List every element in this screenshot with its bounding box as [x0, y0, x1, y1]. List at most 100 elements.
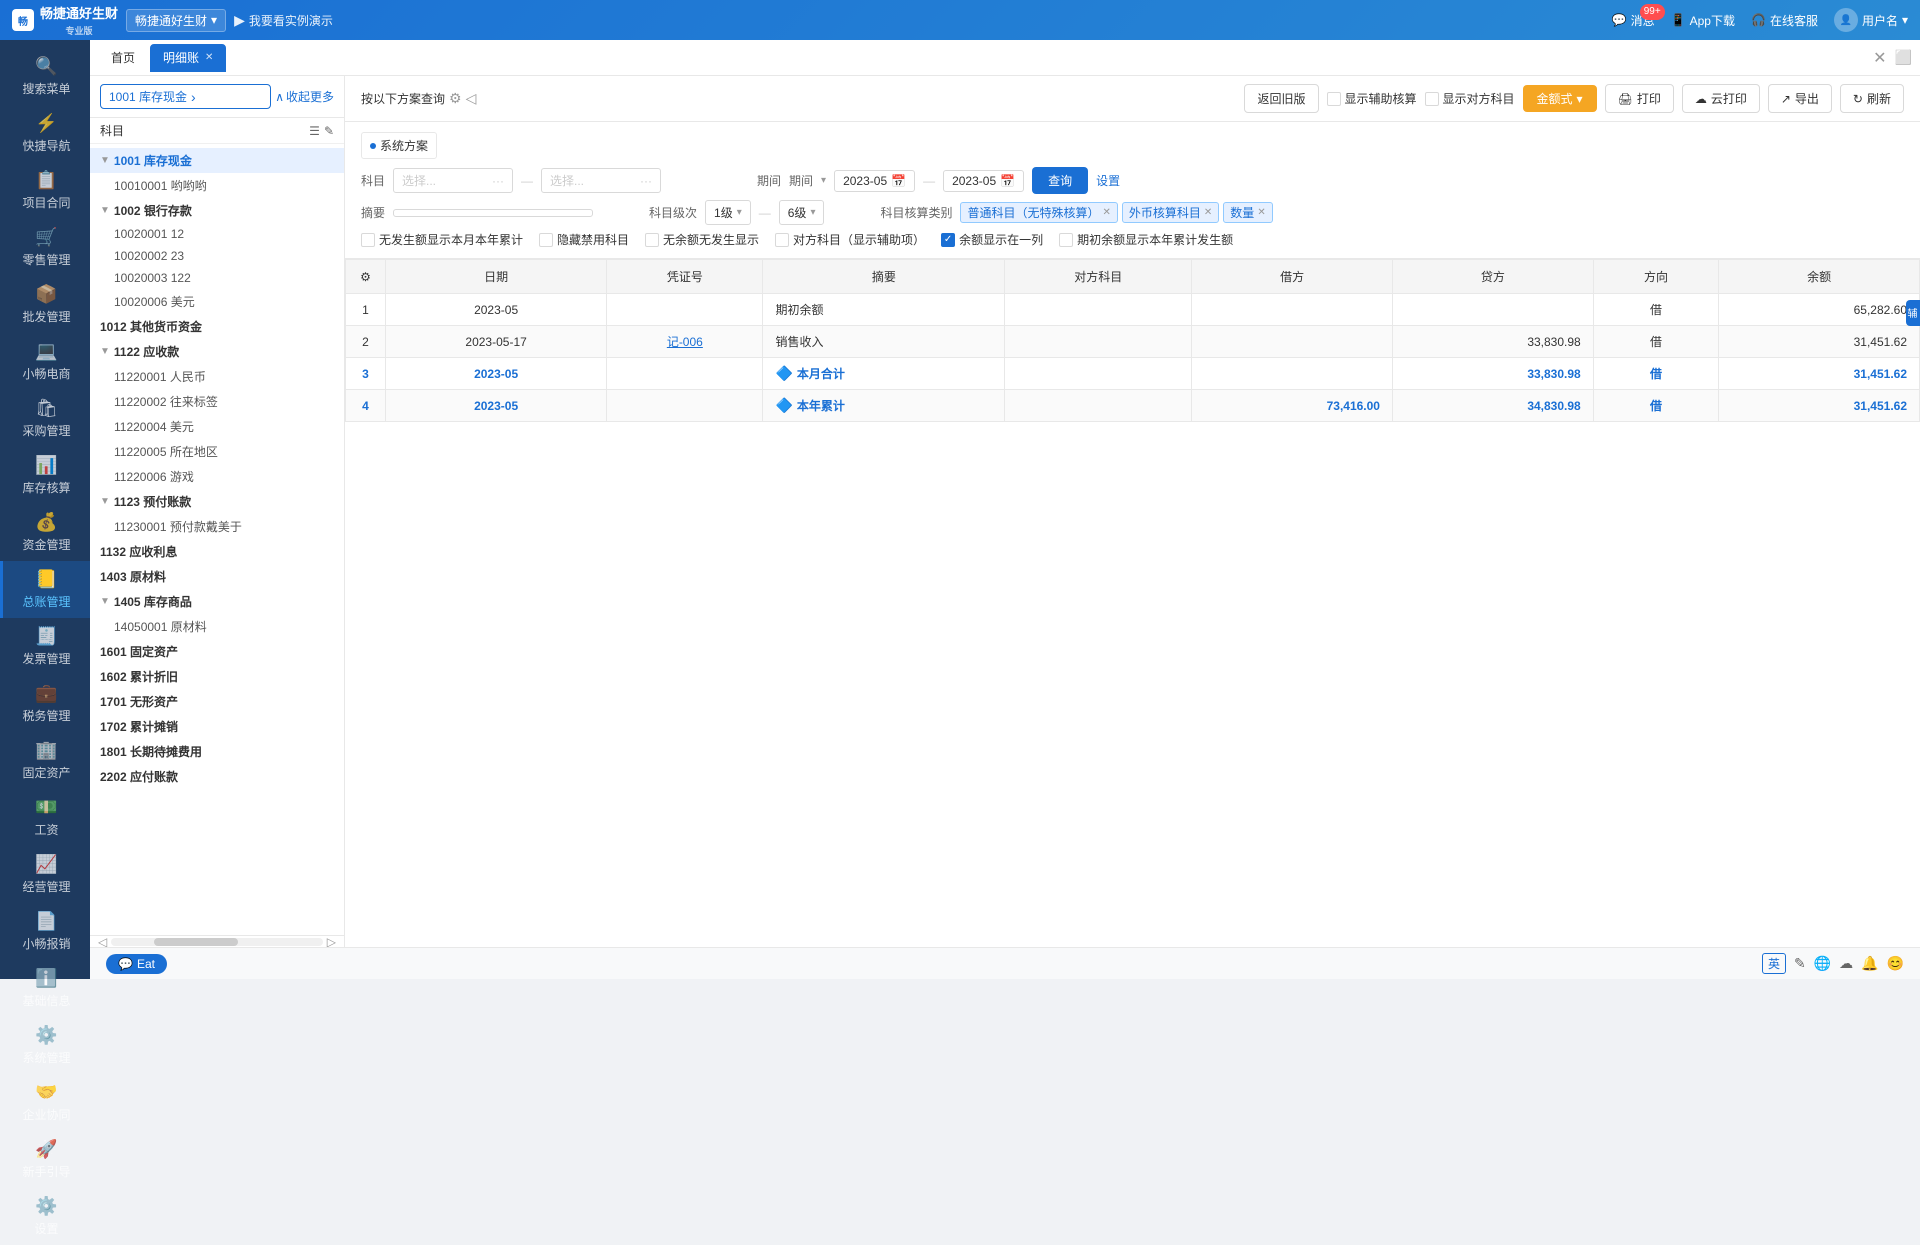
sidebar-item-retail[interactable]: 🛒 零售管理	[0, 219, 90, 276]
tree-item-1132[interactable]: 1132 应收利息	[90, 539, 344, 564]
right-floating-tab[interactable]: 辅	[1906, 300, 1920, 326]
export-btn[interactable]: ↗ 导出	[1768, 84, 1832, 113]
demo-link[interactable]: ▶ 我要看实例演示	[234, 12, 333, 29]
feedback-btn[interactable]: 💬 Eat	[106, 954, 167, 974]
cb-contra[interactable]: 对方科目（显示辅助项）	[775, 231, 925, 248]
tag-quantity-close[interactable]: ✕	[1257, 207, 1265, 218]
refresh-btn[interactable]: ↻ 刷新	[1840, 84, 1904, 113]
tree-item-2202[interactable]: 2202 应付账款	[90, 764, 344, 789]
sidebar-item-inventory[interactable]: 📊 库存核算	[0, 447, 90, 504]
gear-icon[interactable]: ⚙	[449, 90, 462, 107]
emoji-icon[interactable]: 😊	[1887, 955, 1904, 972]
sidebar-item-capital[interactable]: 💰 资金管理	[0, 504, 90, 561]
cb-hide-disabled[interactable]: 隐藏禁用科目	[539, 231, 629, 248]
list-icon[interactable]: ☰	[309, 124, 320, 138]
tree-item-1405[interactable]: ▼ 1405 库存商品	[90, 589, 344, 614]
sidebar-item-operations[interactable]: 📈 经营管理	[0, 846, 90, 903]
maximize-icon[interactable]: ⬜	[1895, 49, 1912, 66]
return-old-btn[interactable]: 返回旧版	[1244, 84, 1318, 113]
cb-balance-col-box[interactable]: ✓	[941, 233, 955, 247]
left-arrow-icon[interactable]: ◁	[466, 90, 477, 107]
cb-contra-box[interactable]	[775, 233, 789, 247]
sidebar-item-invoice[interactable]: 🧾 发票管理	[0, 618, 90, 675]
company-selector[interactable]: 畅捷通好生财 ▾	[126, 9, 226, 32]
globe-icon[interactable]: 🌐	[1814, 955, 1831, 972]
period-to-input[interactable]: 2023-05 📅	[943, 170, 1024, 192]
period-from-input[interactable]: 2023-05 📅	[834, 170, 915, 192]
cb-no-balance-box[interactable]	[645, 233, 659, 247]
tree-item-11220005[interactable]: 11220005 所在地区	[90, 439, 344, 464]
tree-item-10020001[interactable]: 10020001 12	[90, 223, 344, 245]
tree-item-10020002[interactable]: 10020002 23	[90, 245, 344, 267]
tab-home[interactable]: 首页	[98, 44, 148, 72]
user-info[interactable]: 👤 用户名 ▾	[1834, 8, 1908, 32]
tree-item-11230001[interactable]: 11230001 预付款戴美于	[90, 514, 344, 539]
cb-init-balance[interactable]: 期初余额显示本年累计发生额	[1059, 231, 1233, 248]
gold-format-btn[interactable]: 金额式 ▾	[1523, 85, 1597, 112]
tree-item-1801[interactable]: 1801 长期待摊费用	[90, 739, 344, 764]
sidebar-item-wholesale[interactable]: 📦 批发管理	[0, 276, 90, 333]
sidebar-item-purchase[interactable]: 🛍 采购管理	[0, 390, 90, 447]
selected-account-tag[interactable]: 1001 库存现金 ›	[100, 84, 271, 109]
tree-item-11220002[interactable]: 11220002 往来标签	[90, 389, 344, 414]
summary-input[interactable]	[393, 209, 593, 217]
notification-icon[interactable]: 🔔	[1861, 955, 1878, 972]
horizontal-scrollbar[interactable]	[111, 938, 323, 946]
show-contra-cb[interactable]: 显示对方科目	[1425, 90, 1515, 107]
tree-item-11220001[interactable]: 11220001 人民币	[90, 364, 344, 389]
app-download-action[interactable]: 📱 App下载	[1671, 12, 1735, 29]
tree-item-1702[interactable]: 1702 累计摊销	[90, 714, 344, 739]
tag-foreign-close[interactable]: ✕	[1204, 207, 1212, 218]
sidebar-item-base-info[interactable]: ℹ️ 基础信息	[0, 960, 90, 1017]
level-from-select[interactable]: 1级 ▾	[705, 200, 751, 225]
more-btn[interactable]: ∧ 收起更多	[275, 88, 334, 105]
cb-init-balance-box[interactable]	[1059, 233, 1073, 247]
sidebar-item-search[interactable]: 🔍 搜索菜单	[0, 48, 90, 105]
sidebar-item-quick-nav[interactable]: ⚡ 快捷导航	[0, 105, 90, 162]
sidebar-item-ecommerce[interactable]: 💻 小畅电商	[0, 333, 90, 390]
query-btn[interactable]: 查询	[1032, 167, 1088, 194]
show-aux-checkbox[interactable]	[1327, 92, 1341, 106]
cb-balance-col[interactable]: ✓ 余额显示在一列	[941, 231, 1043, 248]
tree-item-1601[interactable]: 1601 固定资产	[90, 639, 344, 664]
tree-item-11220004[interactable]: 11220004 美元	[90, 414, 344, 439]
tree-item-10020006[interactable]: 10020006 美元	[90, 289, 344, 314]
tree-item-1001[interactable]: ▼ 1001 库存现金	[90, 148, 344, 173]
scroll-right-icon[interactable]: ▷	[327, 935, 336, 948]
show-contra-checkbox[interactable]	[1425, 92, 1439, 106]
tag-normal-close[interactable]: ✕	[1103, 207, 1111, 218]
level-to-select[interactable]: 6级 ▾	[779, 200, 825, 225]
sidebar-item-cooperation[interactable]: 🤝 企业协同	[0, 1074, 90, 1131]
sidebar-item-project[interactable]: 📋 项目合同	[0, 162, 90, 219]
tree-item-14050001[interactable]: 14050001 原材料	[90, 614, 344, 639]
close-window-icon[interactable]: ✕	[1873, 48, 1886, 68]
tree-item-1602[interactable]: 1602 累计折旧	[90, 664, 344, 689]
tree-item-1403[interactable]: 1403 原材料	[90, 564, 344, 589]
lang-btn[interactable]: 英	[1762, 953, 1786, 974]
cloud-print-btn[interactable]: ☁ 云打印	[1682, 84, 1760, 113]
tree-item-1002[interactable]: ▼ 1002 银行存款	[90, 198, 344, 223]
col-settings-icon[interactable]: ⚙	[360, 270, 371, 284]
sidebar-item-fixed-assets[interactable]: 🏢 固定资产	[0, 732, 90, 789]
sidebar-item-report[interactable]: 📄 小畅报销	[0, 903, 90, 960]
sidebar-item-accounting[interactable]: 📒 总账管理	[0, 561, 90, 618]
sidebar-item-salary[interactable]: 💵 工资	[0, 789, 90, 846]
tree-item-1122[interactable]: ▼ 1122 应收款	[90, 339, 344, 364]
edit-status-icon[interactable]: ✎	[1794, 955, 1806, 972]
show-aux-cb[interactable]: 显示辅助核算	[1327, 90, 1417, 107]
settings-link[interactable]: 设置	[1096, 172, 1120, 189]
sidebar-item-tax[interactable]: 💼 税务管理	[0, 675, 90, 732]
tree-item-10010001[interactable]: 10010001 哟哟哟	[90, 173, 344, 198]
tree-item-1123[interactable]: ▼ 1123 预付账款	[90, 489, 344, 514]
sidebar-item-guide[interactable]: 🚀 新手引导	[0, 1131, 90, 1188]
online-service-action[interactable]: 🎧 在线客服	[1751, 12, 1818, 29]
edit-icon[interactable]: ✎	[324, 124, 334, 138]
subject-to-input[interactable]: 选择... ···	[541, 168, 661, 193]
print-btn[interactable]: 🖨 打印	[1605, 84, 1674, 113]
tab-close-icon[interactable]: ✕	[205, 52, 213, 63]
tab-detail[interactable]: 明细账 ✕	[150, 44, 226, 72]
tree-item-1012[interactable]: 1012 其他货币资金	[90, 314, 344, 339]
message-action[interactable]: 💬 消息 99+	[1612, 12, 1655, 29]
cloud-status-icon[interactable]: ☁	[1839, 955, 1853, 972]
cb-no-balance[interactable]: 无余额无发生显示	[645, 231, 759, 248]
